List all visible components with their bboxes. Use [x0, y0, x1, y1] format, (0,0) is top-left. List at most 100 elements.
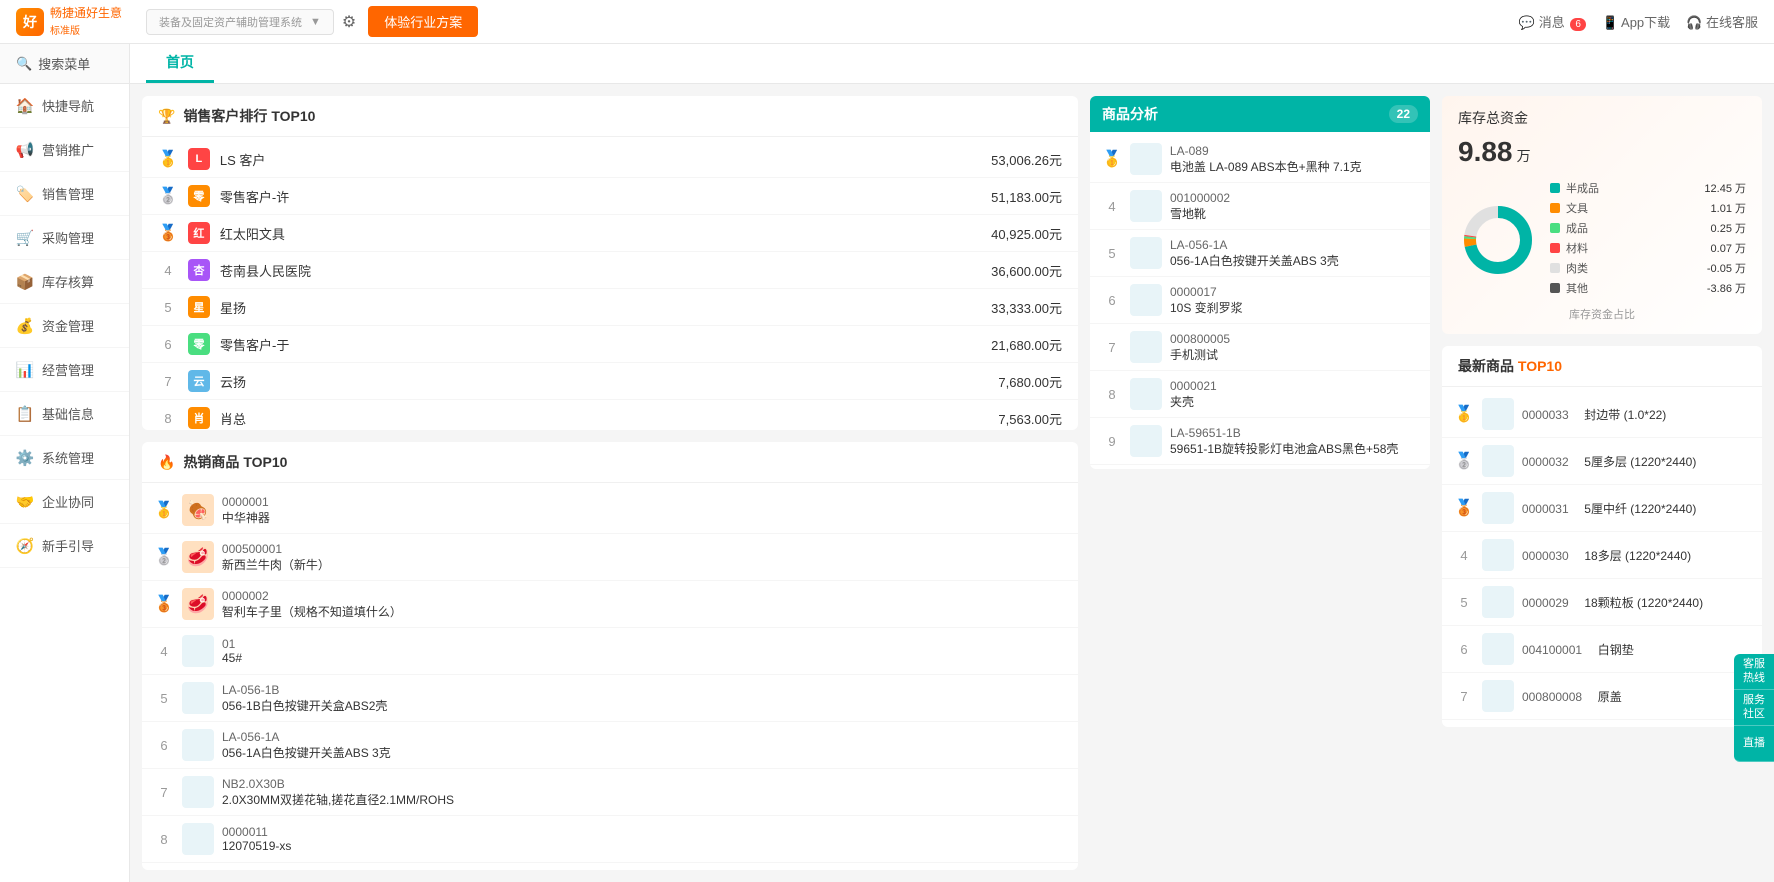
search-icon: 🔍 — [16, 56, 32, 72]
list-item: 7 000800008 原盖 — [1442, 673, 1762, 720]
legend-label: 肉类 — [1566, 260, 1701, 276]
livestream-button[interactable]: 直播 — [1734, 726, 1774, 762]
customer-badge: 红 — [188, 222, 210, 244]
table-row: 6 零 零售客户-于 21,680.00元 — [142, 326, 1078, 363]
product-info: 0000001 中华神器 — [222, 495, 1066, 526]
chart-legend: 半成品 12.45 万 文具 1.01 万 成品 0 — [1550, 180, 1746, 300]
home-icon: 🏠 — [16, 97, 34, 115]
fire-icon: 🔥 — [158, 454, 175, 471]
product-image — [1482, 445, 1514, 477]
legend-value: -0.05 万 — [1707, 260, 1746, 276]
tab-home[interactable]: 首页 — [146, 44, 214, 83]
message-label: 消息 — [1539, 15, 1565, 30]
sidebar-item-system[interactable]: ⚙️ 系统管理 — [0, 436, 129, 480]
new-products-list: 🥇 0000033 封边带 (1.0*22) 🥈 0000032 — [1442, 387, 1762, 727]
product-image — [1130, 284, 1162, 316]
product-image: 🥩 — [182, 541, 214, 573]
customer-amount: 36,600.00元 — [991, 261, 1062, 280]
list-item: 6 LA-056-1A 056-1A白色按键开关盖ABS 3克 — [142, 722, 1078, 769]
search-menu-item[interactable]: 🔍 搜索菜单 — [0, 44, 129, 84]
product-image — [1482, 586, 1514, 618]
customer-amount: 51,183.00元 — [991, 187, 1062, 206]
logo-subtitle: 标准版 — [50, 22, 122, 37]
sidebar-label-sales: 销售管理 — [42, 184, 94, 203]
product-info: 000800005 手机测试 — [1170, 332, 1418, 363]
legend-item-stationery: 文具 1.01 万 — [1550, 200, 1746, 216]
product-image — [1482, 633, 1514, 665]
sidebar-item-marketing[interactable]: 📢 营销推广 — [0, 128, 129, 172]
sidebar-item-finance[interactable]: 💰 资金管理 — [0, 304, 129, 348]
table-row: 8 肖 肖总 7,563.00元 — [142, 400, 1078, 430]
product-name: 封边带 (1.0*22) — [1584, 408, 1666, 422]
trophy-icon: 🏆 — [158, 108, 175, 125]
system-selector[interactable]: 装备及固定资产辅助管理系统 ▼ — [146, 9, 334, 35]
product-image — [182, 635, 214, 667]
product-name: 白钢垫 — [1598, 643, 1634, 657]
gold-medal-icon: 🥇 — [1454, 404, 1474, 424]
product-code: 01 — [222, 637, 1066, 651]
legend-item-material: 材料 0.07 万 — [1550, 240, 1746, 256]
product-image — [1482, 492, 1514, 524]
product-info: 0000021 夹壳 — [1170, 379, 1418, 410]
customer-amount: 7,563.00元 — [998, 409, 1062, 428]
sidebar-item-sales[interactable]: 🏷️ 销售管理 — [0, 172, 129, 216]
service-community-button[interactable]: 服务社区 — [1734, 690, 1774, 726]
product-code: 000800008 — [1522, 690, 1594, 704]
product-name: 10S 变刹罗浆 — [1170, 299, 1418, 316]
settings-icon[interactable]: ⚙ — [342, 12, 356, 32]
product-name: 18颗粒板 (1220*2440) — [1584, 596, 1703, 610]
product-name: 056-1A白色按键开关盖ABS 3克 — [222, 744, 1066, 761]
product-code: NB2.0X30B — [222, 777, 1066, 791]
product-image — [1130, 143, 1162, 175]
product-image — [1130, 237, 1162, 269]
gold-medal-icon: 🥇 — [154, 500, 174, 520]
product-name: 雪地靴 — [1170, 205, 1418, 222]
rank-number: 6 — [154, 738, 174, 753]
product-image — [182, 682, 214, 714]
sidebar-item-basic-info[interactable]: 📋 基础信息 — [0, 392, 129, 436]
product-code: 000800005 — [1170, 332, 1418, 346]
new-products-card: 最新商品 TOP10 🥇 0000033 封边带 (1.0*22) — [1442, 346, 1762, 727]
main-layout: 🔍 搜索菜单 🏠 快捷导航 📢 营销推广 🏷️ 销售管理 🛒 采购管理 📦 库存… — [0, 44, 1774, 882]
product-code: LA-056-1B — [222, 683, 1066, 697]
rank-number: 8 — [1102, 387, 1122, 402]
trial-button[interactable]: 体验行业方案 — [368, 6, 478, 37]
rank-number: 4 — [158, 263, 178, 278]
sidebar-item-operations[interactable]: 📊 经营管理 — [0, 348, 129, 392]
customer-ranking-header: 🏆 销售客户排行 TOP10 — [142, 96, 1078, 137]
product-name: 056-1B白色按键开关盒ABS2壳 — [222, 697, 1066, 714]
sidebar-item-collab[interactable]: 🤝 企业协同 — [0, 480, 129, 524]
sidebar-item-guide[interactable]: 🧭 新手引导 — [0, 524, 129, 568]
product-code: 0000011 — [222, 825, 1066, 839]
sidebar-label-finance: 资金管理 — [42, 316, 94, 335]
sidebar-item-inventory[interactable]: 📦 库存核算 — [0, 260, 129, 304]
sidebar-label-guide: 新手引导 — [42, 536, 94, 555]
bronze-medal-icon: 🥉 — [154, 594, 174, 614]
online-service-link[interactable]: 🎧 在线客服 — [1686, 12, 1758, 31]
table-row: 🥇 L LS 客户 53,006.26元 — [142, 141, 1078, 178]
inventory-total: 9.88 万 — [1458, 136, 1746, 168]
legend-value: 12.45 万 — [1704, 180, 1746, 196]
sidebar-item-quicknav[interactable]: 🏠 快捷导航 — [0, 84, 129, 128]
list-item: 🥉 🥩 0000002 智利车子里（规格不知道填什么） — [142, 581, 1078, 628]
tag-icon: 🏷️ — [16, 185, 34, 203]
page-content: 🏆 销售客户排行 TOP10 🥇 L LS 客户 53,006.26元 🥈 — [130, 84, 1774, 882]
legend-label: 半成品 — [1566, 180, 1698, 196]
product-code: 0000032 — [1522, 455, 1581, 469]
list-item: 5 LA-056-1A 056-1A白色按键开关盖ABS 3壳 — [1090, 230, 1430, 277]
product-info: LA-056-1B 056-1B白色按键开关盒ABS2壳 — [222, 683, 1066, 714]
product-code: 0000021 — [1170, 379, 1418, 393]
legend-color-icon — [1550, 283, 1560, 293]
rank-number: 6 — [1454, 642, 1474, 657]
sidebar-item-purchase[interactable]: 🛒 采购管理 — [0, 216, 129, 260]
customer-service-button[interactable]: 客服热线 — [1734, 654, 1774, 690]
product-name: 18多层 (1220*2440) — [1584, 549, 1691, 563]
inventory-sub-title: 库存资金占比 — [1458, 306, 1746, 322]
message-link[interactable]: 💬 消息 6 — [1519, 12, 1586, 31]
list-item: 7 NB2.0X30B 2.0X30MM双搓花轴,搓花直径2.1MM/ROHS — [142, 769, 1078, 816]
product-analysis-header: 商品分析 22 — [1090, 96, 1430, 132]
app-download-link[interactable]: 📱 App下载 — [1602, 12, 1670, 31]
inventory-unit: 万 — [1517, 148, 1531, 164]
donut-chart — [1458, 200, 1538, 280]
product-image: 🍖 — [182, 494, 214, 526]
